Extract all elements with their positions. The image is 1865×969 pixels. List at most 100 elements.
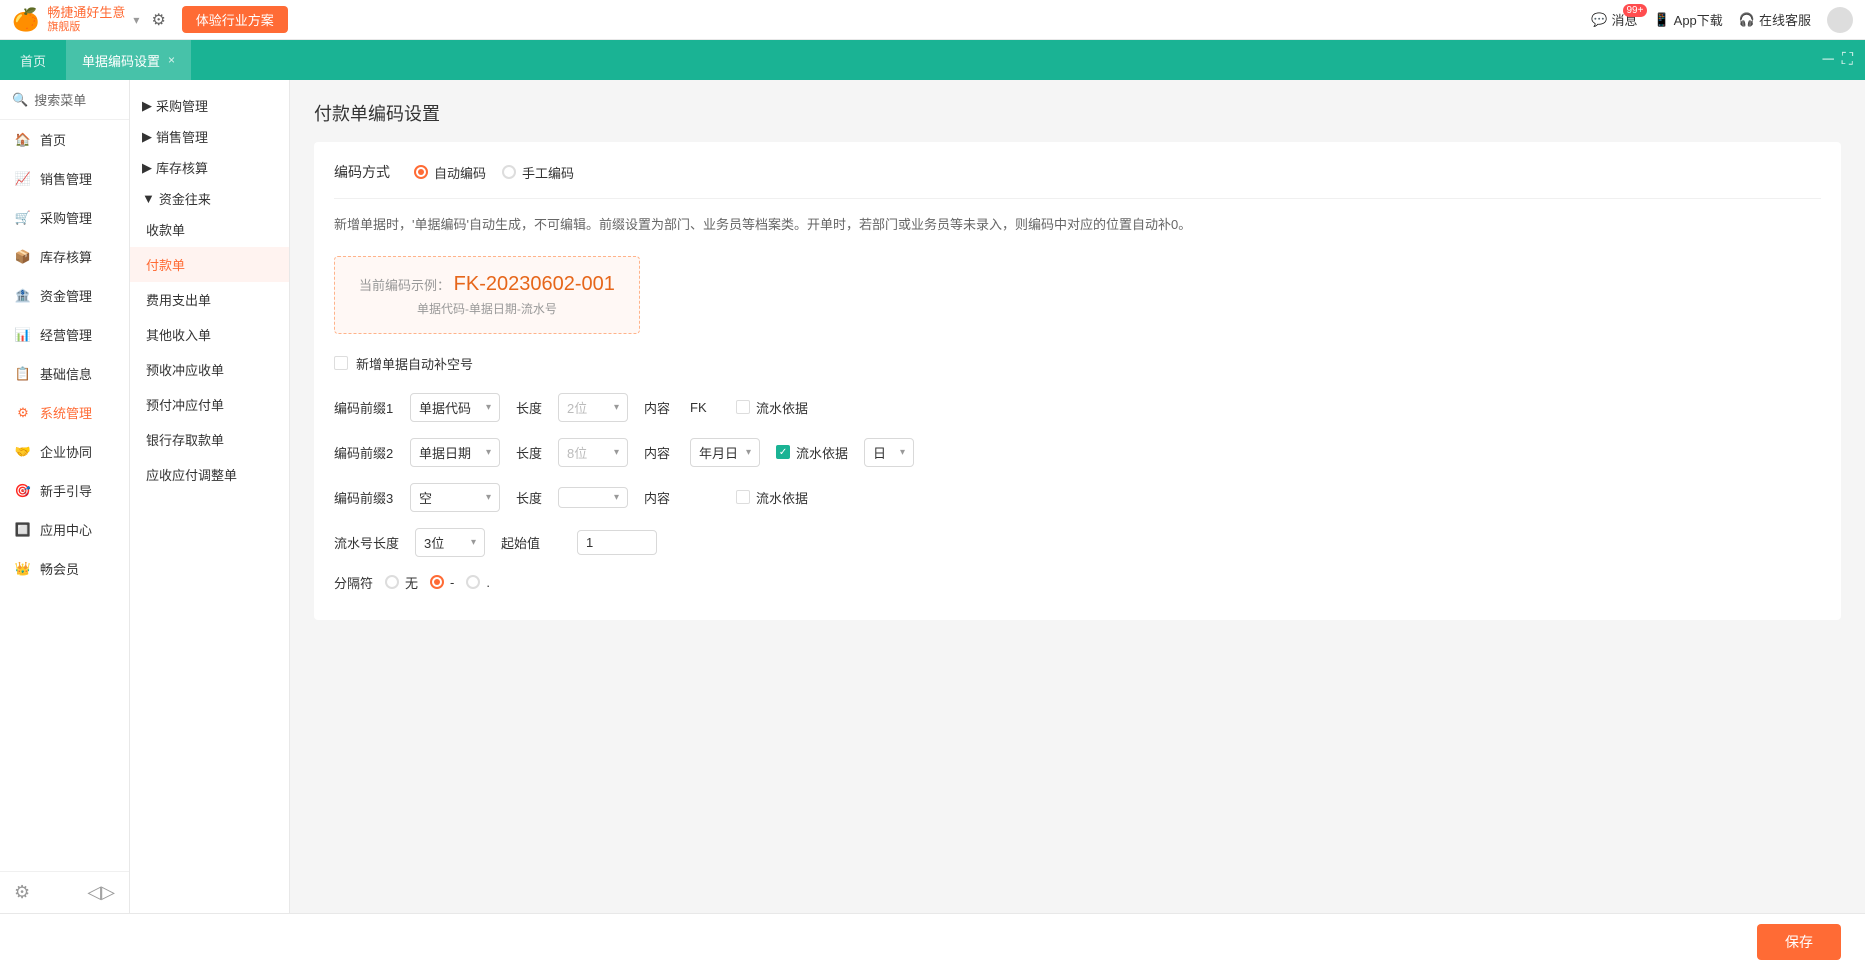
apps-icon: 🔲 [14,521,32,539]
settings-icon: ⚙ [14,404,32,422]
prefix-1-serial-group: 流水依据 [736,398,808,417]
maximize-icon[interactable]: ⛶ [1842,51,1853,69]
menu-group-sales[interactable]: ▶ 销售管理 [130,119,289,150]
management-icon: 📊 [14,326,32,344]
prefix-1-length-select[interactable]: 2位 ▾ [558,393,628,422]
start-value-input[interactable] [577,530,657,555]
topbar-left: 🍊 畅捷通好生意 旗舰版 ▾ ⚙ 体验行业方案 [12,5,288,34]
minimize-icon[interactable]: ─ [1822,51,1833,69]
prefix-1-select[interactable]: 单据代码 ▾ [410,393,500,422]
tab-home[interactable]: 首页 [0,40,66,80]
separator-none-radio[interactable]: 无 [385,573,418,592]
avatar[interactable] [1827,7,1853,33]
finance-icon: 🏦 [14,287,32,305]
sidebar-item-management[interactable]: 📊 经营管理 [0,315,129,354]
tab-bar: 首页 单据编码设置 × ─ ⛶ [0,40,1865,80]
info-text: 新增单据时，'单据编码'自动生成，不可编辑。前缀设置为部门、业务员等档案类。开单… [334,215,1821,236]
message-icon: 💬 [1591,12,1607,28]
prefix-3-length-select[interactable]: ▾ [558,487,628,508]
prefix-2-select[interactable]: 单据日期 ▾ [410,438,500,467]
second-sidebar: ▶ 采购管理 ▶ 销售管理 ▶ 库存核算 ▼ 资金往来 收款单 付款单 费用支出… [130,80,290,913]
prefix-3-serial-checkbox[interactable] [736,490,750,504]
sidebar-item-cooperation[interactable]: 🤝 企业协同 [0,432,129,471]
auto-encode-dot [414,165,428,179]
prefix-row-3: 编码前缀3 空 ▾ 长度 ▾ 内容 流水依据 [334,483,1821,512]
app-logo-icon: 🍊 [12,7,39,33]
separator-dot-dot [466,575,480,589]
main-area: ▶ 采购管理 ▶ 销售管理 ▶ 库存核算 ▼ 资金往来 收款单 付款单 费用支出… [130,80,1865,913]
sidebar-search[interactable]: 🔍 搜索菜单 [0,80,129,120]
app-body: 🔍 搜索菜单 🏠 首页 📈 销售管理 🛒 采购管理 📦 库存核算 🏦 资金管理 … [0,80,1865,913]
prefix-1-label: 编码前缀1 [334,398,394,417]
prefix-1-length-label: 长度 [516,398,542,417]
menu-item-expense[interactable]: 费用支出单 [130,282,289,317]
menu-item-payment[interactable]: 付款单 [130,247,289,282]
purchase-icon: 🛒 [14,209,32,227]
prefix-2-period-arrow: ▾ [900,447,905,458]
sidebar-item-inventory[interactable]: 📦 库存核算 [0,237,129,276]
service-icon: 🎧 [1739,12,1755,28]
menu-item-prepayment-recv[interactable]: 预收冲应收单 [130,352,289,387]
prefix-2-content-label: 内容 [644,443,674,462]
prefix-2-content-select[interactable]: 年月日 ▾ [690,438,760,467]
separator-dash-radio[interactable]: - [430,575,454,590]
bottom-bar: 保存 [0,913,1865,969]
download-icon: 📱 [1653,12,1669,28]
sidebar: 🔍 搜索菜单 🏠 首页 📈 销售管理 🛒 采购管理 📦 库存核算 🏦 资金管理 … [0,80,130,913]
prefix-2-length-label: 长度 [516,443,542,462]
sidebar-collapse-icon[interactable]: ◁▷ [87,882,115,903]
menu-group-purchase-arrow: ▶ [142,98,152,114]
dropdown-arrow-icon[interactable]: ▾ [133,13,139,27]
sidebar-item-apps[interactable]: 🔲 应用中心 [0,510,129,549]
sidebar-item-finance[interactable]: 🏦 资金管理 [0,276,129,315]
online-service-button[interactable]: 🎧 在线客服 [1739,10,1811,29]
sidebar-item-basic-info[interactable]: 📋 基础信息 [0,354,129,393]
prefix-3-select[interactable]: 空 ▾ [410,483,500,512]
separator-label: 分隔符 [334,573,373,592]
prefix-1-content-value: FK [690,400,720,415]
manual-encode-radio[interactable]: 手工编码 [502,163,574,182]
company-name: 畅捷通好生意 [47,5,125,21]
menu-item-adjust[interactable]: 应收应付调整单 [130,457,289,492]
app-download-button[interactable]: 📱 App下载 [1653,10,1722,29]
trial-button[interactable]: 体验行业方案 [182,6,288,33]
serial-length-select[interactable]: 3位 ▾ [415,528,485,557]
prefix-2-serial-checkbox[interactable] [776,445,790,459]
gear-icon[interactable]: ⚙ [151,10,165,30]
auto-encode-radio[interactable]: 自动编码 [414,163,486,182]
tab-active-doc-code[interactable]: 单据编码设置 × [66,40,191,80]
auto-fill-checkbox[interactable] [334,356,348,370]
menu-group-inventory[interactable]: ▶ 库存核算 [130,150,289,181]
menu-item-prepayment-pay[interactable]: 预付冲应付单 [130,387,289,422]
message-button[interactable]: 💬 消息 99+ [1591,10,1637,29]
menu-item-receipt[interactable]: 收款单 [130,212,289,247]
menu-group-sales-arrow: ▶ [142,129,152,145]
preview-sub: 单据代码-单据日期-流水号 [359,300,615,317]
separator-dot-radio[interactable]: . [466,575,490,590]
prefix-2-serial-group: 流水依据 [776,443,848,462]
menu-item-other-income[interactable]: 其他收入单 [130,317,289,352]
topbar-right: 💬 消息 99+ 📱 App下载 🎧 在线客服 [1591,7,1853,33]
sidebar-item-member[interactable]: 👑 畅会员 [0,549,129,588]
auto-fill-row: 新增单据自动补空号 [334,354,1821,373]
search-icon: 🔍 [12,92,28,108]
sidebar-item-purchase[interactable]: 🛒 采购管理 [0,198,129,237]
message-badge: 99+ [1623,4,1648,17]
menu-item-bank[interactable]: 银行存取款单 [130,422,289,457]
menu-group-purchase[interactable]: ▶ 采购管理 [130,88,289,119]
menu-group-capital[interactable]: ▼ 资金往来 [130,181,289,212]
sidebar-settings-icon[interactable]: ⚙ [14,882,30,903]
sidebar-item-guide[interactable]: 🎯 新手引导 [0,471,129,510]
prefix-2-period-select[interactable]: 日 ▾ [864,438,914,467]
prefix-3-length-arrow: ▾ [614,492,619,503]
sidebar-item-home[interactable]: 🏠 首页 [0,120,129,159]
save-button[interactable]: 保存 [1757,924,1841,960]
prefix-2-length-select[interactable]: 8位 ▾ [558,438,628,467]
sidebar-item-sales[interactable]: 📈 销售管理 [0,159,129,198]
prefix-1-serial-label: 流水依据 [756,398,808,417]
tab-close-icon[interactable]: × [168,53,175,67]
prefix-3-select-arrow: ▾ [486,492,491,503]
prefix-1-serial-checkbox[interactable] [736,400,750,414]
serial-length-row: 流水号长度 3位 ▾ 起始值 [334,528,1821,557]
sidebar-item-system[interactable]: ⚙ 系统管理 [0,393,129,432]
